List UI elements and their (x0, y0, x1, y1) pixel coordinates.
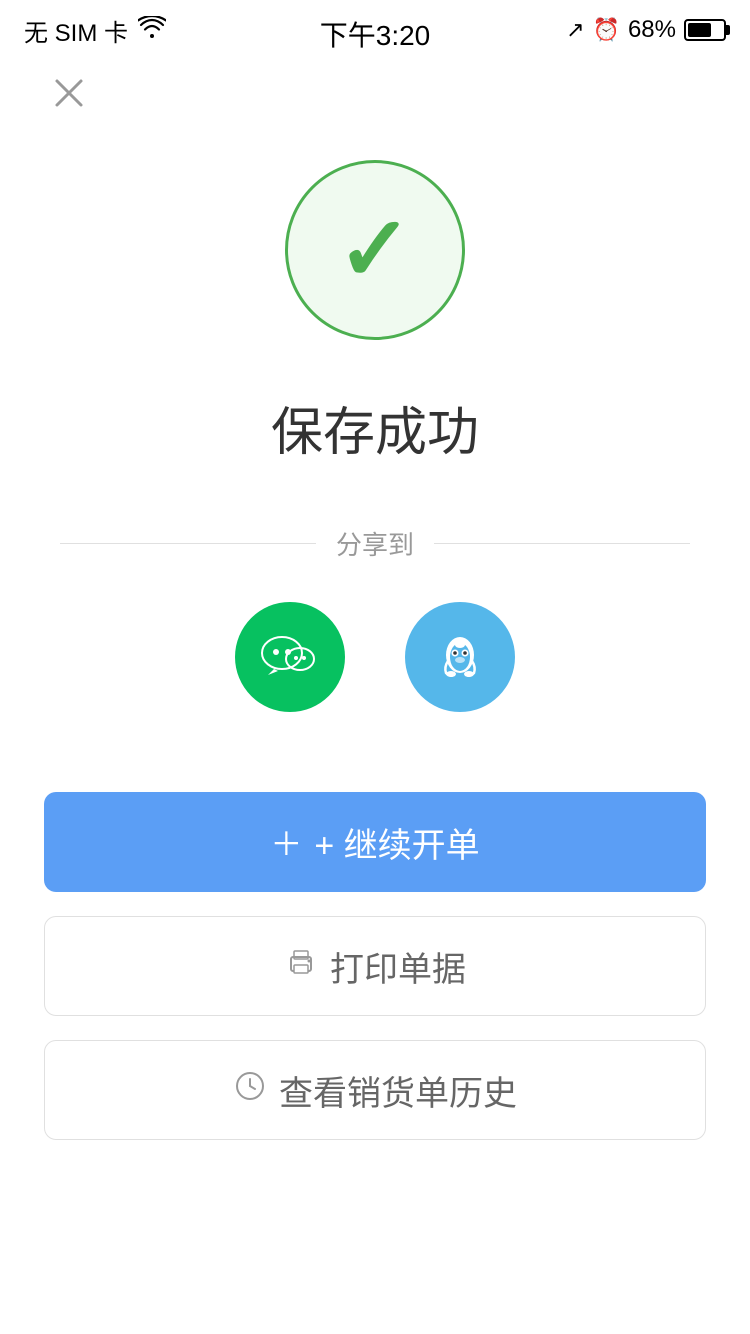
location-icon: ↗ (566, 17, 584, 43)
alarm-icon: ⏰ (593, 17, 620, 43)
action-buttons: ＋ + 继续开单 打印单据 查看销货单 (0, 792, 750, 1140)
status-bar: 无 SIM 卡 下午3:20 ↗ ⏰ 68% (0, 0, 750, 60)
carrier-text: 无 SIM 卡 (24, 13, 128, 48)
qq-share-button[interactable] (405, 602, 515, 712)
close-button[interactable] (44, 68, 94, 118)
wifi-icon (138, 16, 166, 45)
battery-percent: 68% (628, 16, 676, 44)
divider-line-left (60, 543, 316, 544)
divider-line-right (434, 543, 690, 544)
status-left: 无 SIM 卡 (24, 13, 166, 48)
print-icon (284, 945, 318, 987)
wechat-share-button[interactable] (235, 602, 345, 712)
status-right: ↗ ⏰ 68% (566, 16, 726, 44)
continue-order-label: + 继续开单 (314, 818, 479, 867)
success-title: 保存成功 (271, 390, 479, 465)
checkmark-icon: ✓ (337, 205, 412, 295)
history-label: 查看销货单历史 (279, 1066, 517, 1115)
print-button[interactable]: 打印单据 (44, 916, 706, 1016)
print-label: 打印单据 (330, 942, 466, 991)
share-divider: 分享到 (0, 525, 750, 562)
continue-order-button[interactable]: ＋ + 继续开单 (44, 792, 706, 892)
success-icon-circle: ✓ (285, 160, 465, 340)
share-icons (235, 602, 515, 712)
plus-icon: ＋ (270, 819, 302, 865)
clock-icon (233, 1069, 267, 1111)
share-label: 分享到 (316, 525, 434, 562)
battery-fill (688, 23, 711, 37)
main-content: ✓ 保存成功 分享到 (0, 60, 750, 1140)
history-button[interactable]: 查看销货单历史 (44, 1040, 706, 1140)
status-time: 下午3:20 (320, 14, 431, 54)
battery-icon (684, 19, 726, 41)
